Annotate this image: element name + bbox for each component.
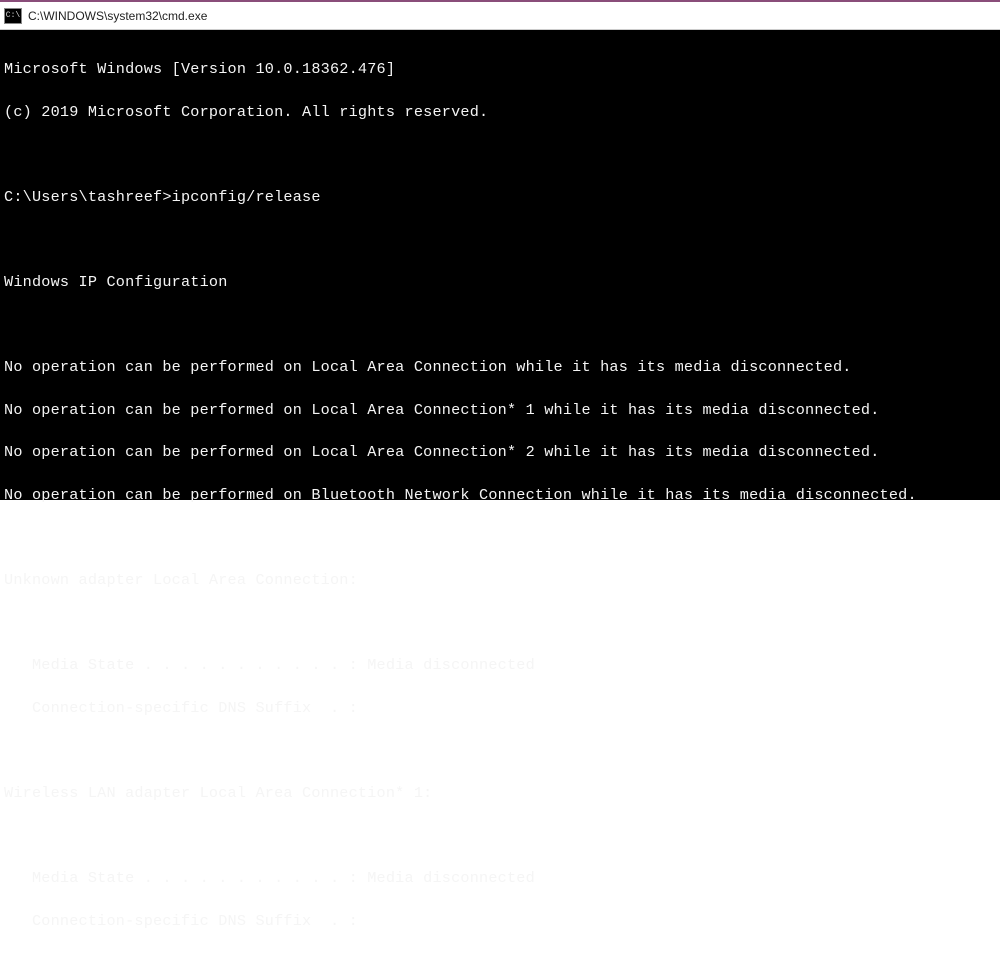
cmd-icon-label: C:\ — [6, 12, 20, 20]
blank-line — [4, 144, 996, 165]
blank-line — [4, 740, 996, 761]
banner-copyright: (c) 2019 Microsoft Corporation. All righ… — [4, 102, 996, 123]
blank-line — [4, 527, 996, 548]
error-line: No operation can be performed on Local A… — [4, 400, 996, 421]
terminal-output[interactable]: Microsoft Windows [Version 10.0.18362.47… — [0, 30, 1000, 500]
adapter-dns-suffix: Connection-specific DNS Suffix . : — [4, 911, 996, 932]
banner-version: Microsoft Windows [Version 10.0.18362.47… — [4, 59, 996, 80]
error-line: No operation can be performed on Bluetoo… — [4, 485, 996, 506]
cmd-icon: C:\ — [4, 8, 22, 24]
blank-line — [4, 230, 996, 251]
section-header: Windows IP Configuration — [4, 272, 996, 293]
blank-line — [4, 613, 996, 634]
error-line: No operation can be performed on Local A… — [4, 357, 996, 378]
adapter-media-state: Media State . . . . . . . . . . . : Medi… — [4, 655, 996, 676]
adapter-header: Wireless LAN adapter Local Area Connecti… — [4, 783, 996, 804]
blank-line — [4, 825, 996, 846]
error-line: No operation can be performed on Local A… — [4, 442, 996, 463]
blank-line — [4, 315, 996, 336]
adapter-header: Unknown adapter Local Area Connection: — [4, 570, 996, 591]
prompt-line: C:\Users\tashreef>ipconfig/release — [4, 187, 996, 208]
adapter-media-state: Media State . . . . . . . . . . . : Medi… — [4, 868, 996, 889]
window-titlebar[interactable]: C:\ C:\WINDOWS\system32\cmd.exe — [0, 2, 1000, 30]
window-title: C:\WINDOWS\system32\cmd.exe — [28, 9, 207, 23]
adapter-dns-suffix: Connection-specific DNS Suffix . : — [4, 698, 996, 719]
